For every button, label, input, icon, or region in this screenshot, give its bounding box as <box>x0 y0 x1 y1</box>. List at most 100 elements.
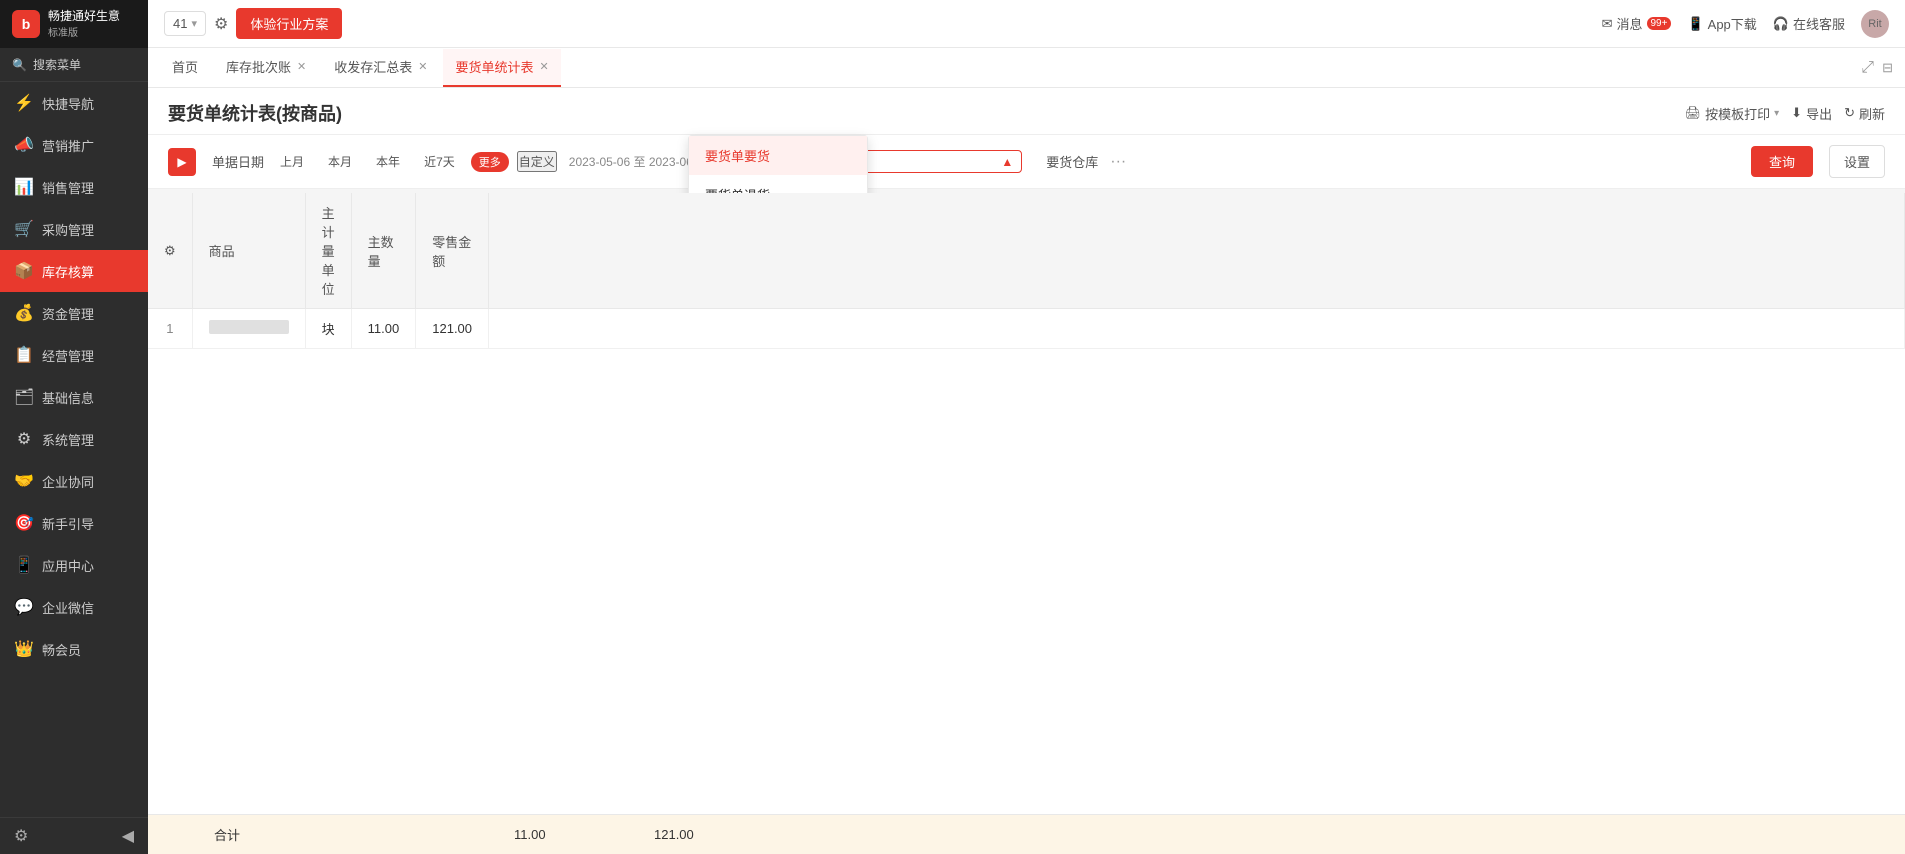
sidebar-item-sales[interactable]: 📊 销售管理 <box>0 166 148 208</box>
trial-button[interactable]: 体验行业方案 <box>236 8 342 39</box>
goods-placeholder <box>209 320 289 334</box>
sidebar-item-enterprise[interactable]: 🤝 企业协同 <box>0 460 148 502</box>
filter-expand-button[interactable]: ▶ <box>168 148 196 176</box>
message-label: 消息 <box>1616 14 1642 33</box>
cell-extra <box>489 309 1905 349</box>
sidebar-item-search[interactable]: 🔍 搜索菜单 <box>0 48 148 82</box>
sidebar-item-app-center[interactable]: 📱 应用中心 <box>0 544 148 586</box>
tab-order-summary[interactable]: 要货单统计表 ✕ <box>443 49 560 87</box>
sidebar-item-system[interactable]: ⚙ 系统管理 <box>0 418 148 460</box>
tab-inventory-batch[interactable]: 库存批次账 ✕ <box>214 49 318 87</box>
inventory-icon: 📦 <box>14 261 34 281</box>
sidebar-label-finance: 资金管理 <box>42 304 94 323</box>
col-header-settings[interactable]: ⚙ <box>148 193 192 309</box>
refresh-button[interactable]: ↻ 刷新 <box>1844 104 1885 123</box>
selector-text: 41 <box>173 16 187 31</box>
tab-inventory-batch-label: 库存批次账 <box>226 57 291 76</box>
sidebar-item-basic-info[interactable]: 🗂 基础信息 <box>0 376 148 418</box>
member-icon: 👑 <box>14 639 34 659</box>
type-filter-chevron-up[interactable]: ▲ <box>1001 155 1013 169</box>
sidebar-item-wechat[interactable]: 💬 企业微信 <box>0 586 148 628</box>
tab-receivable-close[interactable]: ✕ <box>418 60 427 73</box>
logo-text-group: 畅捷通好生意 标准版 <box>48 9 120 40</box>
date-btn-this-month[interactable]: 本月 <box>320 150 360 173</box>
sidebar-logo: b 畅捷通好生意 标准版 <box>0 0 148 48</box>
company-name: 畅捷通好生意 <box>48 9 120 25</box>
wechat-icon: 💬 <box>14 597 34 617</box>
gear-icon[interactable]: ⚙ <box>214 14 228 34</box>
finance-icon: 💰 <box>14 303 34 323</box>
sidebar-item-finance[interactable]: 💰 资金管理 <box>0 292 148 334</box>
sidebar-item-purchase[interactable]: 🛒 采购管理 <box>0 208 148 250</box>
date-btn-last-month[interactable]: 上月 <box>272 150 312 173</box>
tab-inventory-batch-close[interactable]: ✕ <box>297 60 306 73</box>
quick-nav-icon: ⚡ <box>14 93 34 113</box>
sidebar-label-marketing: 营销推广 <box>42 136 94 155</box>
company-selector[interactable]: 41 ▾ <box>164 11 206 36</box>
cell-goods <box>192 309 305 349</box>
export-button[interactable]: ⬇ 导出 <box>1791 104 1832 123</box>
sidebar-label-operations: 经营管理 <box>42 346 94 365</box>
purchase-icon: 🛒 <box>14 219 34 239</box>
date-filter-group: 单据日期 上月 本月 本年 近7天 更多 自定义 2023-05-06 至 20… <box>212 150 710 173</box>
tab-minimize-icon[interactable]: ⊟ <box>1882 60 1893 76</box>
sidebar-item-inventory[interactable]: 📦 库存核算 <box>0 250 148 292</box>
cell-unit: 块 <box>305 309 351 349</box>
data-table: ⚙ 商品 主计量单位 主数量 零售金额 1 <box>148 193 1905 349</box>
table-area: ⚙ 商品 主计量单位 主数量 零售金额 1 <box>148 193 1905 854</box>
sidebar-footer: ⚙ ◀ <box>0 817 148 854</box>
print-label: 按模板打印 <box>1705 104 1770 123</box>
page-title: 要货单统计表(按商品) <box>168 100 342 126</box>
app-download-button[interactable]: 📱 App下载 <box>1687 14 1756 33</box>
warehouse-more-icon[interactable]: ··· <box>1110 153 1126 171</box>
sidebar-label-quick-nav: 快捷导航 <box>42 94 94 113</box>
date-filter-label: 单据日期 <box>212 152 264 171</box>
message-button[interactable]: ✉ 消息 99+ <box>1602 14 1672 33</box>
settings-button[interactable]: 设置 <box>1829 145 1885 178</box>
main-container: 41 ▾ ⚙ 体验行业方案 ✉ 消息 99+ 📱 App下载 🎧 在线客服 Ri… <box>148 0 1905 854</box>
tab-home[interactable]: 首页 <box>160 49 210 87</box>
sidebar-settings-btn[interactable]: ⚙ <box>14 826 28 846</box>
date-btn-custom[interactable]: 自定义 <box>517 151 557 172</box>
export-icon: ⬇ <box>1791 105 1802 121</box>
print-icon: 🖨 <box>1685 105 1702 121</box>
user-avatar[interactable]: Rit <box>1861 10 1889 38</box>
sidebar-label-inventory: 库存核算 <box>42 262 94 281</box>
online-service-button[interactable]: 🎧 在线客服 <box>1773 14 1845 33</box>
sidebar-search-label: 搜索菜单 <box>33 56 81 73</box>
app-version: 标准版 <box>48 24 120 39</box>
header-left: 41 ▾ ⚙ 体验行业方案 <box>164 8 342 39</box>
cell-qty: 11.00 <box>351 309 416 349</box>
warehouse-filter-group: 要货仓库 ··· <box>1046 152 1126 171</box>
date-btn-this-year[interactable]: 本年 <box>368 150 408 173</box>
sidebar-item-guide[interactable]: 🎯 新手引导 <box>0 502 148 544</box>
query-button[interactable]: 查询 <box>1751 146 1813 177</box>
dropdown-item-order-goods[interactable]: 要货单要货 <box>689 136 867 175</box>
sidebar-label-sales: 销售管理 <box>42 178 94 197</box>
total-label: 合计 <box>214 825 514 844</box>
online-service-label: 在线客服 <box>1793 14 1845 33</box>
enterprise-icon: 🤝 <box>14 471 34 491</box>
cell-row-no: 1 <box>148 309 192 349</box>
print-template-button[interactable]: 🖨 按模板打印 ▾ <box>1685 104 1780 123</box>
sidebar-nav: ⚡ 快捷导航 📣 营销推广 📊 销售管理 🛒 采购管理 📦 库存核算 💰 资金管… <box>0 82 148 817</box>
tab-expand-icon[interactable]: ⤢ <box>1861 59 1874 77</box>
sidebar-item-marketing[interactable]: 📣 营销推广 <box>0 124 148 166</box>
date-btn-7days[interactable]: 近7天 <box>416 150 463 173</box>
col-header-qty: 主数量 <box>351 193 416 309</box>
sidebar-item-operations[interactable]: 📋 经营管理 <box>0 334 148 376</box>
date-btn-more[interactable]: 更多 <box>471 152 509 172</box>
table-row: 1 块 11.00 121.00 <box>148 309 1905 349</box>
top-header: 41 ▾ ⚙ 体验行业方案 ✉ 消息 99+ 📱 App下载 🎧 在线客服 Ri… <box>148 0 1905 48</box>
header-right: ✉ 消息 99+ 📱 App下载 🎧 在线客服 Rit <box>1602 10 1889 38</box>
sidebar-label-wechat: 企业微信 <box>42 598 94 617</box>
sidebar-label-app-center: 应用中心 <box>42 556 94 575</box>
sidebar-label-member: 畅会员 <box>42 640 81 659</box>
sidebar-item-member[interactable]: 👑 畅会员 <box>0 628 148 670</box>
basic-info-icon: 🗂 <box>14 387 34 407</box>
table-settings-icon[interactable]: ⚙ <box>164 243 176 258</box>
tab-receivable-summary[interactable]: 收发存汇总表 ✕ <box>322 49 439 87</box>
sidebar-collapse-btn[interactable]: ◀ <box>122 826 134 846</box>
sidebar-item-quick-nav[interactable]: ⚡ 快捷导航 <box>0 82 148 124</box>
tab-order-summary-close[interactable]: ✕ <box>540 60 549 73</box>
